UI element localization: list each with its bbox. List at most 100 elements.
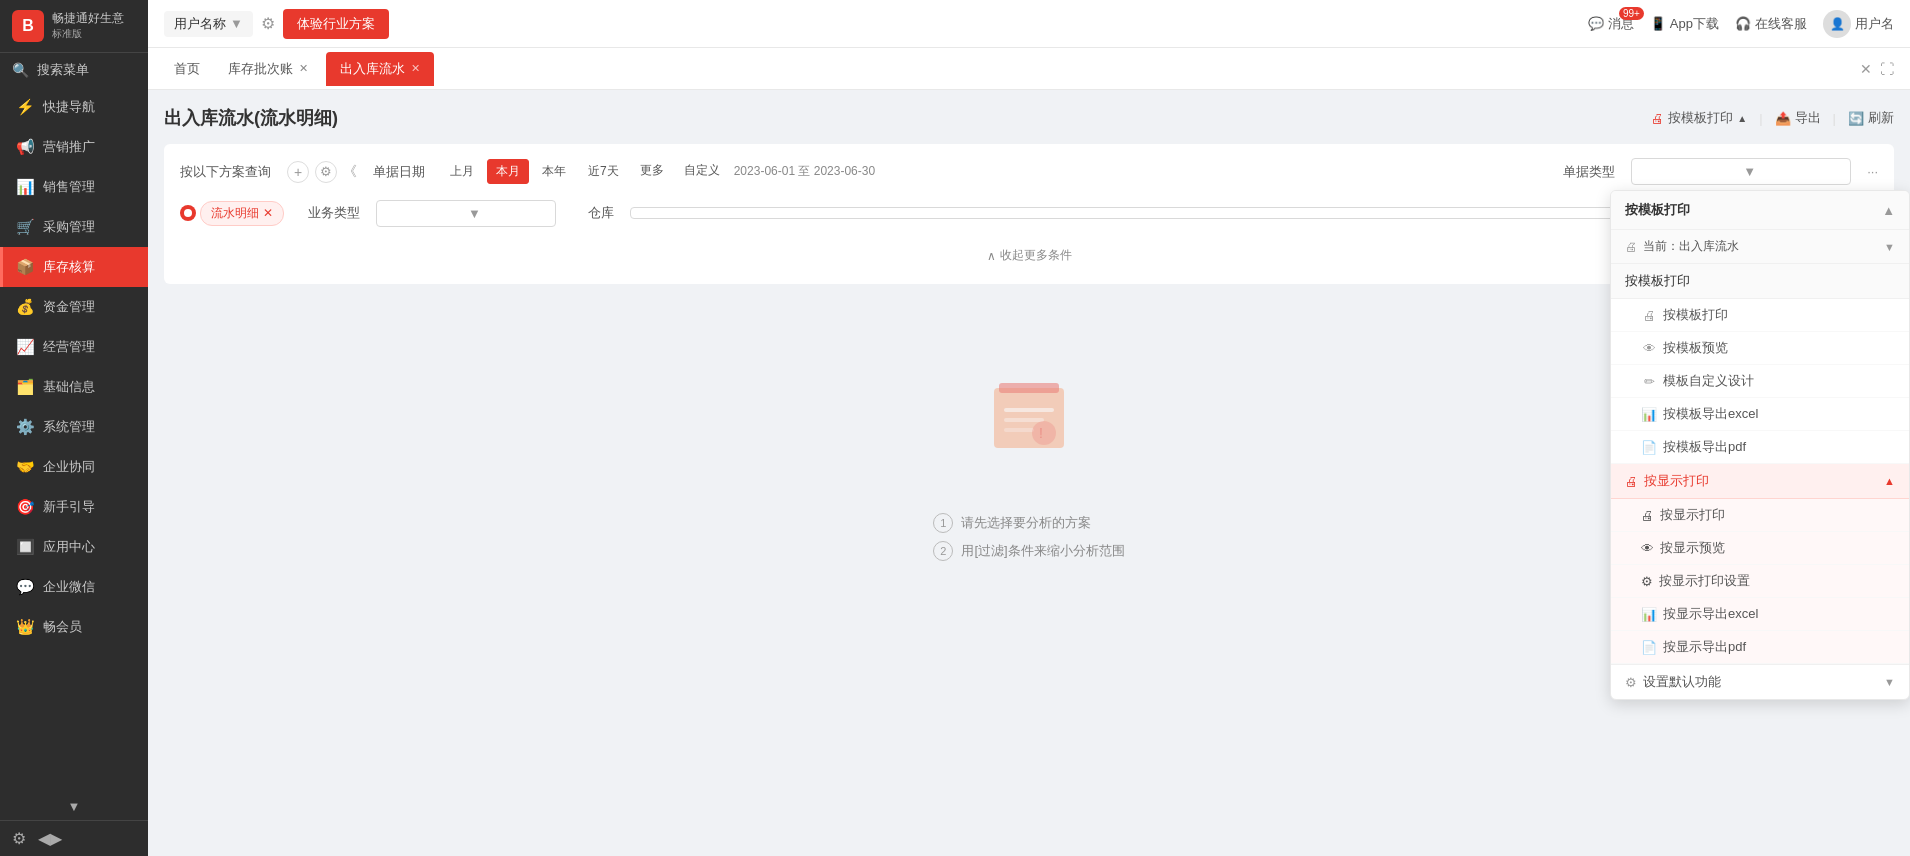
display-print-item[interactable]: 🖨 按显示打印	[1611, 499, 1909, 532]
template-design-item[interactable]: ✏ 模板自定义设计	[1611, 365, 1909, 398]
sidebar-scroll-down[interactable]: ▼	[0, 793, 148, 820]
refresh-label: 刷新	[1868, 109, 1894, 127]
page-actions: 🖨 按模板打印 ▲ | 📤 导出 | 🔄 刷新	[1651, 109, 1894, 127]
display-excel-item[interactable]: 📊 按显示导出excel	[1611, 598, 1909, 631]
app-name: 畅捷通好生意	[52, 11, 124, 27]
template-pdf-item[interactable]: 📄 按模板导出pdf	[1611, 431, 1909, 464]
user-name-display: 用户名称	[174, 15, 226, 33]
doc-type-more[interactable]: ···	[1867, 164, 1878, 179]
sidebar-item-marketing[interactable]: 📢 营销推广	[0, 127, 148, 167]
warehouse-field: ···	[630, 206, 1744, 221]
filter-add-btn[interactable]: +	[287, 161, 309, 183]
message-btn[interactable]: 💬 消息 99+	[1588, 15, 1634, 33]
wechat-label: 企业微信	[43, 578, 95, 596]
display-section: 🖨 按显示打印 ▲ 🖨 按显示打印 👁 按显示预览 ⚙	[1611, 464, 1909, 664]
online-service-btn[interactable]: 🎧 在线客服	[1735, 15, 1807, 33]
window-maximize-btn[interactable]: ⛶	[1880, 61, 1894, 77]
current-template-arrow[interactable]: ▼	[1884, 241, 1895, 253]
print-template-btn[interactable]: 🖨 按模板打印 ▲	[1651, 109, 1747, 127]
display-settings-item[interactable]: ⚙ 按显示打印设置	[1611, 565, 1909, 598]
marketing-label: 营销推广	[43, 138, 95, 156]
sidebar-item-sales[interactable]: 📊 销售管理	[0, 167, 148, 207]
sidebar-item-operations[interactable]: 📈 经营管理	[0, 327, 148, 367]
doc-type-select[interactable]: ▼	[1631, 158, 1851, 185]
export-btn[interactable]: 📤 导出	[1775, 109, 1821, 127]
display-settings-label: 按显示打印设置	[1659, 572, 1750, 590]
template-print-label: 按模板打印	[1663, 306, 1728, 324]
refresh-btn[interactable]: 🔄 刷新	[1848, 109, 1894, 127]
search-menu-item[interactable]: 🔍 搜索菜单	[0, 53, 148, 87]
svg-point-6	[1032, 421, 1056, 445]
display-section-icon: 🖨	[1625, 474, 1638, 489]
display-section-arrow[interactable]: ▲	[1884, 475, 1895, 487]
page-title: 出入库流水(流水明细)	[164, 106, 338, 130]
date-prev-month-btn[interactable]: 上月	[441, 159, 483, 184]
settings-icon[interactable]: ⚙	[12, 829, 26, 848]
display-preview-item[interactable]: 👁 按显示预览	[1611, 532, 1909, 565]
date-year-btn[interactable]: 本年	[533, 159, 575, 184]
display-pdf-item[interactable]: 📄 按显示导出pdf	[1611, 631, 1909, 664]
template-print-item[interactable]: 🖨 按模板打印	[1611, 299, 1909, 332]
filter-expand-icon[interactable]: 《	[343, 163, 357, 181]
printer-small-icon: 🖨	[1625, 240, 1637, 254]
sidebar-item-apps[interactable]: 🔲 应用中心	[0, 527, 148, 567]
user-profile-btn[interactable]: 👤 用户名	[1823, 10, 1894, 38]
warehouse-input[interactable]	[630, 207, 1725, 219]
business-type-select[interactable]: ▼	[376, 200, 556, 227]
business-type-label: 业务类型	[308, 204, 360, 222]
app-download-label: App下载	[1670, 15, 1719, 33]
sidebar-item-guide[interactable]: 🎯 新手引导	[0, 487, 148, 527]
flow-tag-close[interactable]: ✕	[263, 206, 273, 220]
tab-inout-flow[interactable]: 出入库流水 ✕	[326, 52, 434, 86]
template-excel-label: 按模板导出excel	[1663, 405, 1758, 423]
sidebar-item-system[interactable]: ⚙️ 系统管理	[0, 407, 148, 447]
display-preview-label: 按显示预览	[1660, 539, 1725, 557]
print-dropdown-close-arrow[interactable]: ▲	[1882, 203, 1895, 218]
sidebar-item-enterprise[interactable]: 🤝 企业协同	[0, 447, 148, 487]
app-edition: 标准版	[52, 27, 124, 41]
app-download-btn[interactable]: 📱 App下载	[1650, 15, 1719, 33]
template-section: 按模板打印 🖨 按模板打印 👁 按模板预览 ✏ 模板自定义设计	[1611, 264, 1909, 464]
flow-type-badge: 流水明细 ✕	[180, 201, 284, 226]
tab-batch-account-close[interactable]: ✕	[299, 62, 308, 75]
sidebar-item-inventory[interactable]: 📦 库存核算	[0, 247, 148, 287]
sidebar-item-wechat[interactable]: 💬 企业微信	[0, 567, 148, 607]
guide-icon: 🎯	[15, 497, 35, 517]
display-print-icon: 🖨	[1641, 508, 1654, 523]
date-custom-btn[interactable]: 自定义	[676, 159, 728, 184]
sidebar-nav: ⚡ 快捷导航 📢 营销推广 📊 销售管理 🛒 采购管理 📦 库存核算 💰	[0, 87, 148, 793]
sidebar-item-finance[interactable]: 💰 资金管理	[0, 287, 148, 327]
collapse-sidebar-icon[interactable]: ◀▶	[38, 829, 62, 848]
current-template-label: 当前：出入库流水	[1643, 238, 1739, 255]
basics-label: 基础信息	[43, 378, 95, 396]
empty-illustration: !	[969, 358, 1089, 497]
window-close-btn[interactable]: ✕	[1860, 61, 1872, 77]
svg-text:!: !	[1039, 425, 1043, 441]
logo-icon: B	[12, 10, 44, 42]
template-preview-icon: 👁	[1641, 340, 1657, 356]
date-current-month-btn[interactable]: 本月	[487, 159, 529, 184]
user-selector[interactable]: 用户名称 ▼	[164, 11, 253, 37]
date-more-btn[interactable]: 更多	[632, 159, 672, 184]
tab-home[interactable]: 首页	[164, 52, 210, 86]
sidebar-item-basics[interactable]: 🗂️ 基础信息	[0, 367, 148, 407]
svg-rect-4	[1004, 418, 1044, 422]
filter-settings-btn[interactable]: ⚙	[315, 161, 337, 183]
template-preview-item[interactable]: 👁 按模板预览	[1611, 332, 1909, 365]
sidebar-item-purchase[interactable]: 🛒 采购管理	[0, 207, 148, 247]
default-settings-item[interactable]: ⚙ 设置默认功能 ▼	[1611, 664, 1909, 699]
flow-tag[interactable]: 流水明细 ✕	[200, 201, 284, 226]
template-section-header: 按模板打印	[1611, 264, 1909, 299]
industry-btn[interactable]: 体验行业方案	[283, 9, 389, 39]
business-type-arrow: ▼	[468, 206, 545, 221]
display-preview-icon: 👁	[1641, 541, 1654, 556]
topbar-gear-icon[interactable]: ⚙	[261, 14, 275, 33]
template-excel-item[interactable]: 📊 按模板导出excel	[1611, 398, 1909, 431]
finance-label: 资金管理	[43, 298, 95, 316]
tab-inout-flow-close[interactable]: ✕	[411, 62, 420, 75]
sidebar-item-member[interactable]: 👑 畅会员	[0, 607, 148, 647]
tab-batch-account[interactable]: 库存批次账 ✕	[214, 52, 322, 86]
date-7days-btn[interactable]: 近7天	[579, 159, 628, 184]
app-download-icon: 📱	[1650, 16, 1666, 31]
sidebar-item-quick-nav[interactable]: ⚡ 快捷导航	[0, 87, 148, 127]
